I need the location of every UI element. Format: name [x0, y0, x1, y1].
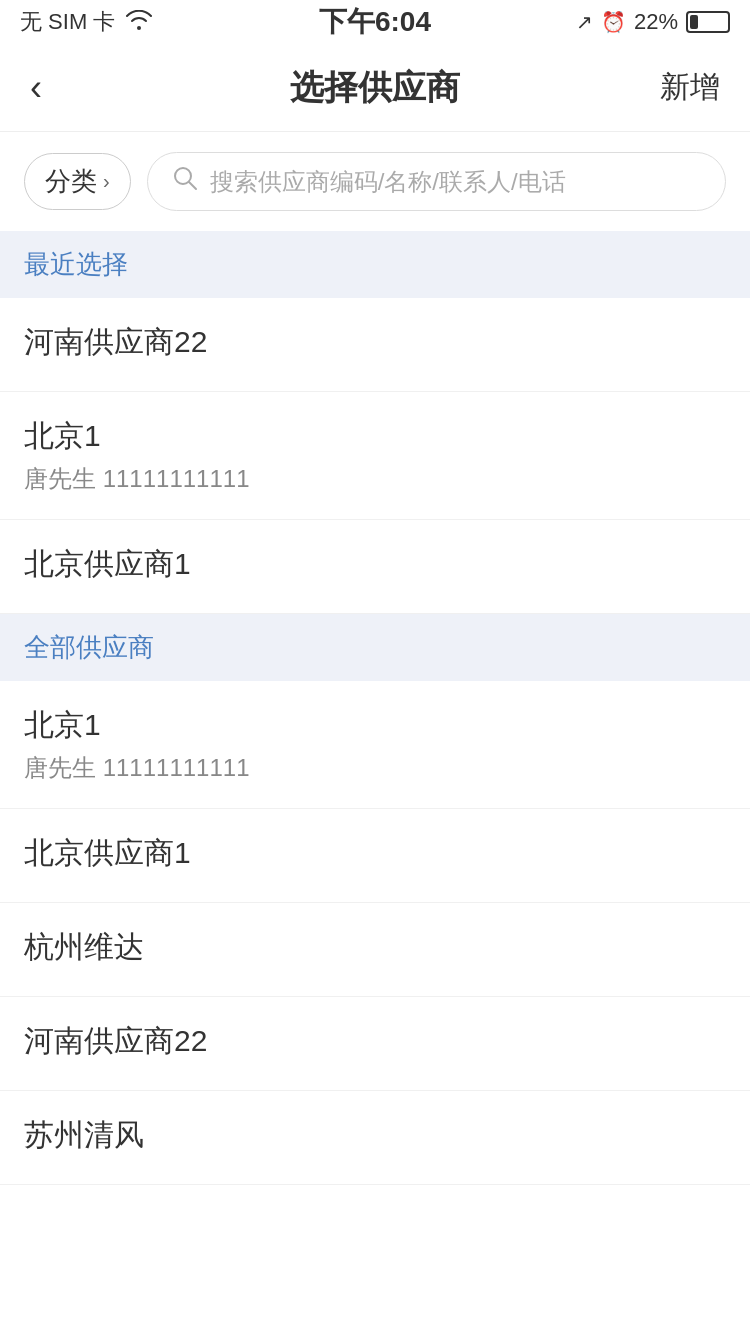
item-name: 苏州清风 — [24, 1115, 726, 1156]
status-time: 下午6:04 — [319, 3, 431, 41]
alarm-icon: ⏰ — [601, 10, 626, 34]
list-item[interactable]: 北京供应商1 — [0, 520, 750, 614]
list-item[interactable]: 杭州维达 — [0, 903, 750, 997]
item-name: 杭州维达 — [24, 927, 726, 968]
status-left: 无 SIM 卡 — [20, 7, 153, 37]
recent-section-title: 最近选择 — [24, 249, 128, 279]
page-title: 选择供应商 — [290, 65, 460, 111]
list-item[interactable]: 北京供应商1 — [0, 809, 750, 903]
category-label: 分类 — [45, 164, 97, 199]
search-icon — [172, 165, 198, 198]
status-right: ↗ ⏰ 22% — [576, 9, 730, 35]
battery-icon — [686, 11, 730, 33]
back-button[interactable]: ‹ — [30, 67, 90, 109]
all-section-title: 全部供应商 — [24, 632, 154, 662]
item-name: 北京供应商1 — [24, 544, 726, 585]
no-sim-label: 无 SIM 卡 — [20, 7, 115, 37]
new-add-button[interactable]: 新增 — [660, 67, 720, 108]
nav-bar: ‹ 选择供应商 新增 — [0, 44, 750, 132]
list-item[interactable]: 河南供应商22 — [0, 298, 750, 392]
search-placeholder: 搜索供应商编码/名称/联系人/电话 — [210, 166, 566, 198]
recent-items-list: 河南供应商22 北京1 唐先生 11111111111 北京供应商1 — [0, 298, 750, 614]
status-bar: 无 SIM 卡 下午6:04 ↗ ⏰ 22% — [0, 0, 750, 44]
battery-percent: 22% — [634, 9, 678, 35]
all-section-header: 全部供应商 — [0, 614, 750, 681]
item-contact: 唐先生 11111111111 — [24, 463, 726, 495]
location-icon: ↗ — [576, 10, 593, 34]
search-box[interactable]: 搜索供应商编码/名称/联系人/电话 — [147, 152, 726, 211]
item-contact: 唐先生 11111111111 — [24, 752, 726, 784]
all-items-list: 北京1 唐先生 11111111111 北京供应商1 杭州维达 河南供应商22 … — [0, 681, 750, 1185]
list-item[interactable]: 苏州清风 — [0, 1091, 750, 1185]
category-button[interactable]: 分类 › — [24, 153, 131, 210]
item-name: 北京1 — [24, 416, 726, 457]
list-item[interactable]: 河南供应商22 — [0, 997, 750, 1091]
list-item[interactable]: 北京1 唐先生 11111111111 — [0, 392, 750, 520]
item-name: 北京1 — [24, 705, 726, 746]
item-name: 河南供应商22 — [24, 322, 726, 363]
recent-section-header: 最近选择 — [0, 231, 750, 298]
category-arrow-icon: › — [103, 170, 110, 193]
filter-bar: 分类 › 搜索供应商编码/名称/联系人/电话 — [0, 132, 750, 231]
svg-line-1 — [189, 182, 196, 189]
item-name: 河南供应商22 — [24, 1021, 726, 1062]
wifi-icon — [125, 8, 153, 36]
item-name: 北京供应商1 — [24, 833, 726, 874]
list-item[interactable]: 北京1 唐先生 11111111111 — [0, 681, 750, 809]
